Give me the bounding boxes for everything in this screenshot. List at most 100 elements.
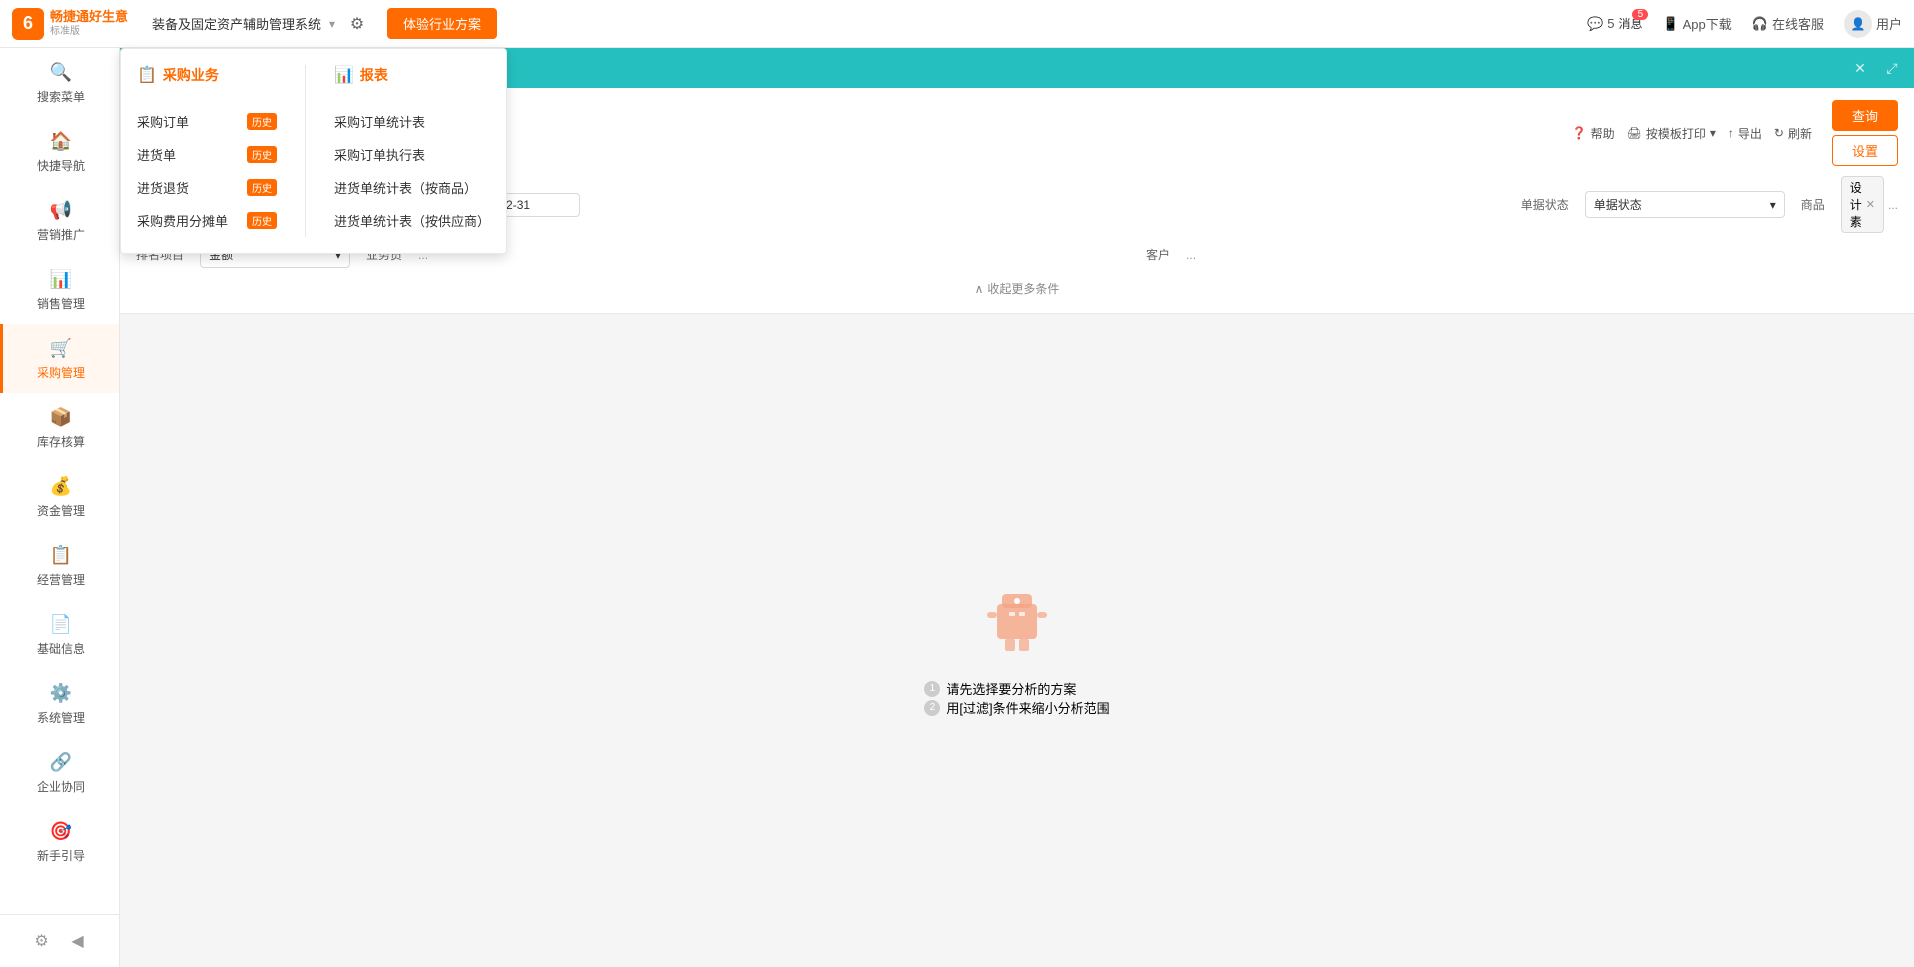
logo-text: 畅捷通好生意 标准版 [50, 9, 128, 39]
sidebar-item-enterprise[interactable]: 🔗 企业协同 [0, 738, 119, 807]
goods-return-item[interactable]: 进货退货 历史 [137, 171, 277, 204]
guide-icon: 🎯 [49, 819, 73, 843]
purchase-order-stats-item[interactable]: 采购订单统计表 [334, 105, 490, 138]
avatar: 👤 [1844, 10, 1872, 38]
tab-maximize-button[interactable]: ⤢ [1878, 54, 1906, 82]
purchase-report-section: 📊 报表 采购订单统计表 采购订单执行表 进货单统计表（按商品） 进货单统计表（… [334, 65, 490, 237]
refresh-button[interactable]: ↻ 刷新 [1774, 125, 1812, 142]
print-arrow-icon: ▾ [1710, 126, 1716, 140]
basic-info-icon: 📄 [49, 612, 73, 636]
empty-illustration [967, 564, 1067, 667]
system-title-area: 装备及固定资产辅助管理系统 ▾ ⚙ 体验行业方案 [152, 8, 497, 39]
system-title: 装备及固定资产辅助管理系统 [152, 14, 321, 33]
sidebar-item-sales[interactable]: 📊 销售管理 [0, 255, 119, 324]
empty-tips: 1 请先选择要分析的方案 2 用[过滤]条件来缩小分析范围 [924, 679, 1109, 717]
export-icon: ↑ [1728, 126, 1734, 140]
goods-tag-close[interactable]: ✕ [1866, 198, 1875, 211]
search-icon: 🔍 [49, 60, 73, 84]
refresh-icon: ↻ [1774, 126, 1784, 140]
goods-receipt-item[interactable]: 进货单 历史 [137, 138, 277, 171]
collapse-filters-button[interactable]: ∧ 收起更多条件 [136, 276, 1898, 301]
marketing-icon: 📢 [49, 198, 73, 222]
goods-receipt-stats-by-product-item[interactable]: 进货单统计表（按商品） [334, 171, 490, 204]
history-badge-0: 历史 [247, 113, 277, 130]
app-download-button[interactable]: 📱 App下载 [1662, 14, 1731, 33]
doc-status-label: 单据状态 [1521, 196, 1569, 213]
sidebar-item-inventory[interactable]: 📦 库存核算 [0, 393, 119, 462]
history-badge-3: 历史 [247, 212, 277, 229]
filter-settings-button[interactable]: 设置 [1832, 135, 1898, 166]
logo-icon: 6 [12, 8, 44, 40]
help-icon: ❓ [1572, 126, 1587, 140]
doc-status-arrow-icon: ▾ [1770, 198, 1776, 212]
logo-area: 6 畅捷通好生意 标准版 [12, 8, 132, 40]
purchase-dropdown-menu: 📋 采购业务 采购订单 历史 进货单 历史 进货退货 历史 采购费用分摊单 历史… [120, 48, 507, 254]
sidebar-item-finance[interactable]: 💰 资金管理 [0, 462, 119, 531]
purchase-report-title: 📊 报表 [334, 65, 490, 93]
history-badge-1: 历史 [247, 146, 277, 163]
home-icon: 🏠 [49, 129, 73, 153]
empty-tip-2: 2 用[过滤]条件来缩小分析范围 [924, 698, 1109, 717]
purchase-expense-item[interactable]: 采购费用分摊单 历史 [137, 204, 277, 237]
empty-state: 1 请先选择要分析的方案 2 用[过滤]条件来缩小分析范围 [120, 314, 1914, 967]
purchase-icon: 🛒 [49, 336, 73, 360]
salesperson-control: ... [418, 248, 1130, 262]
print-icon: 🖨 [1627, 126, 1642, 140]
goods-tag: 设计素 ✕ [1841, 176, 1884, 233]
print-button[interactable]: 🖨 按模板打印 ▾ [1627, 125, 1716, 142]
system-icon: ⚙️ [49, 681, 73, 705]
online-service-button[interactable]: 🎧 在线客服 [1752, 14, 1824, 33]
header-settings-button[interactable]: ⚙ [343, 10, 371, 38]
sidebar-collapse-button[interactable]: ◀ [64, 927, 92, 955]
operations-icon: 📋 [49, 543, 73, 567]
purchase-business-icon: 📋 [137, 65, 157, 85]
headset-icon: 🎧 [1752, 16, 1768, 32]
report-icon: 📊 [334, 65, 354, 85]
sidebar: 🔍 搜索菜单 🏠 快捷导航 📢 营销推广 📊 销售管理 🛒 采购管理 📦 库存核… [0, 48, 120, 967]
empty-tip-1: 1 请先选择要分析的方案 [924, 679, 1109, 698]
enterprise-icon: 🔗 [49, 750, 73, 774]
help-button[interactable]: ❓ 帮助 [1572, 125, 1615, 142]
sales-icon: 📊 [49, 267, 73, 291]
query-button[interactable]: 查询 [1832, 100, 1898, 131]
industry-solution-button[interactable]: 体验行业方案 [387, 8, 497, 39]
history-badge-2: 历史 [247, 179, 277, 196]
export-button[interactable]: ↑ 导出 [1728, 125, 1762, 142]
goods-label: 商品 [1801, 196, 1825, 213]
purchase-business-section: 📋 采购业务 采购订单 历史 进货单 历史 进货退货 历史 采购费用分摊单 历史 [137, 65, 277, 237]
customer-more[interactable]: ... [1186, 248, 1196, 262]
sidebar-item-operations[interactable]: 📋 经营管理 [0, 531, 119, 600]
message-icon: 💬 [1587, 16, 1603, 32]
tab-close-window-button[interactable]: ✕ [1846, 54, 1874, 82]
tab-actions: ✕ ⤢ [1838, 54, 1914, 82]
sidebar-item-basic-info[interactable]: 📄 基础信息 [0, 600, 119, 669]
sidebar-item-marketing[interactable]: 📢 营销推广 [0, 186, 119, 255]
purchase-order-execute-item[interactable]: 采购订单执行表 [334, 138, 490, 171]
dropdown-arrow-icon[interactable]: ▾ [329, 17, 335, 31]
header-right: 💬 5 消息 5 📱 App下载 🎧 在线客服 👤 用户 [1587, 10, 1902, 38]
sidebar-settings-button[interactable]: ⚙ [28, 927, 56, 955]
sidebar-item-system[interactable]: ⚙️ 系统管理 [0, 669, 119, 738]
doc-status-select[interactable]: 单据状态 ▾ [1585, 191, 1785, 218]
sidebar-item-quick-nav[interactable]: 🏠 快捷导航 [0, 117, 119, 186]
purchase-order-item[interactable]: 采购订单 历史 [137, 105, 277, 138]
phone-icon: 📱 [1662, 16, 1678, 32]
inventory-icon: 📦 [49, 405, 73, 429]
customer-label: 客户 [1146, 246, 1170, 263]
sidebar-item-guide[interactable]: 🎯 新手引导 [0, 807, 119, 876]
sidebar-item-search[interactable]: 🔍 搜索菜单 [0, 48, 119, 117]
purchase-business-title: 📋 采购业务 [137, 65, 277, 93]
goods-more[interactable]: ... [1888, 198, 1898, 212]
finance-icon: 💰 [49, 474, 73, 498]
top-header: 6 畅捷通好生意 标准版 装备及固定资产辅助管理系统 ▾ ⚙ 体验行业方案 💬 … [0, 0, 1914, 48]
notification-badge: 5 [1632, 9, 1648, 20]
sidebar-bottom: ⚙ ◀ [0, 914, 119, 967]
goods-control: 设计素 ✕ ... [1841, 176, 1898, 233]
collapse-icon: ∧ [975, 282, 984, 296]
goods-receipt-stats-by-supplier-item[interactable]: 进货单统计表（按供应商） [334, 204, 490, 237]
dropdown-divider [305, 65, 306, 237]
notification-button[interactable]: 💬 5 消息 5 [1587, 15, 1642, 32]
user-menu-button[interactable]: 👤 用户 [1844, 10, 1902, 38]
customer-control: ... [1186, 248, 1898, 262]
sidebar-item-purchase[interactable]: 🛒 采购管理 [0, 324, 119, 393]
